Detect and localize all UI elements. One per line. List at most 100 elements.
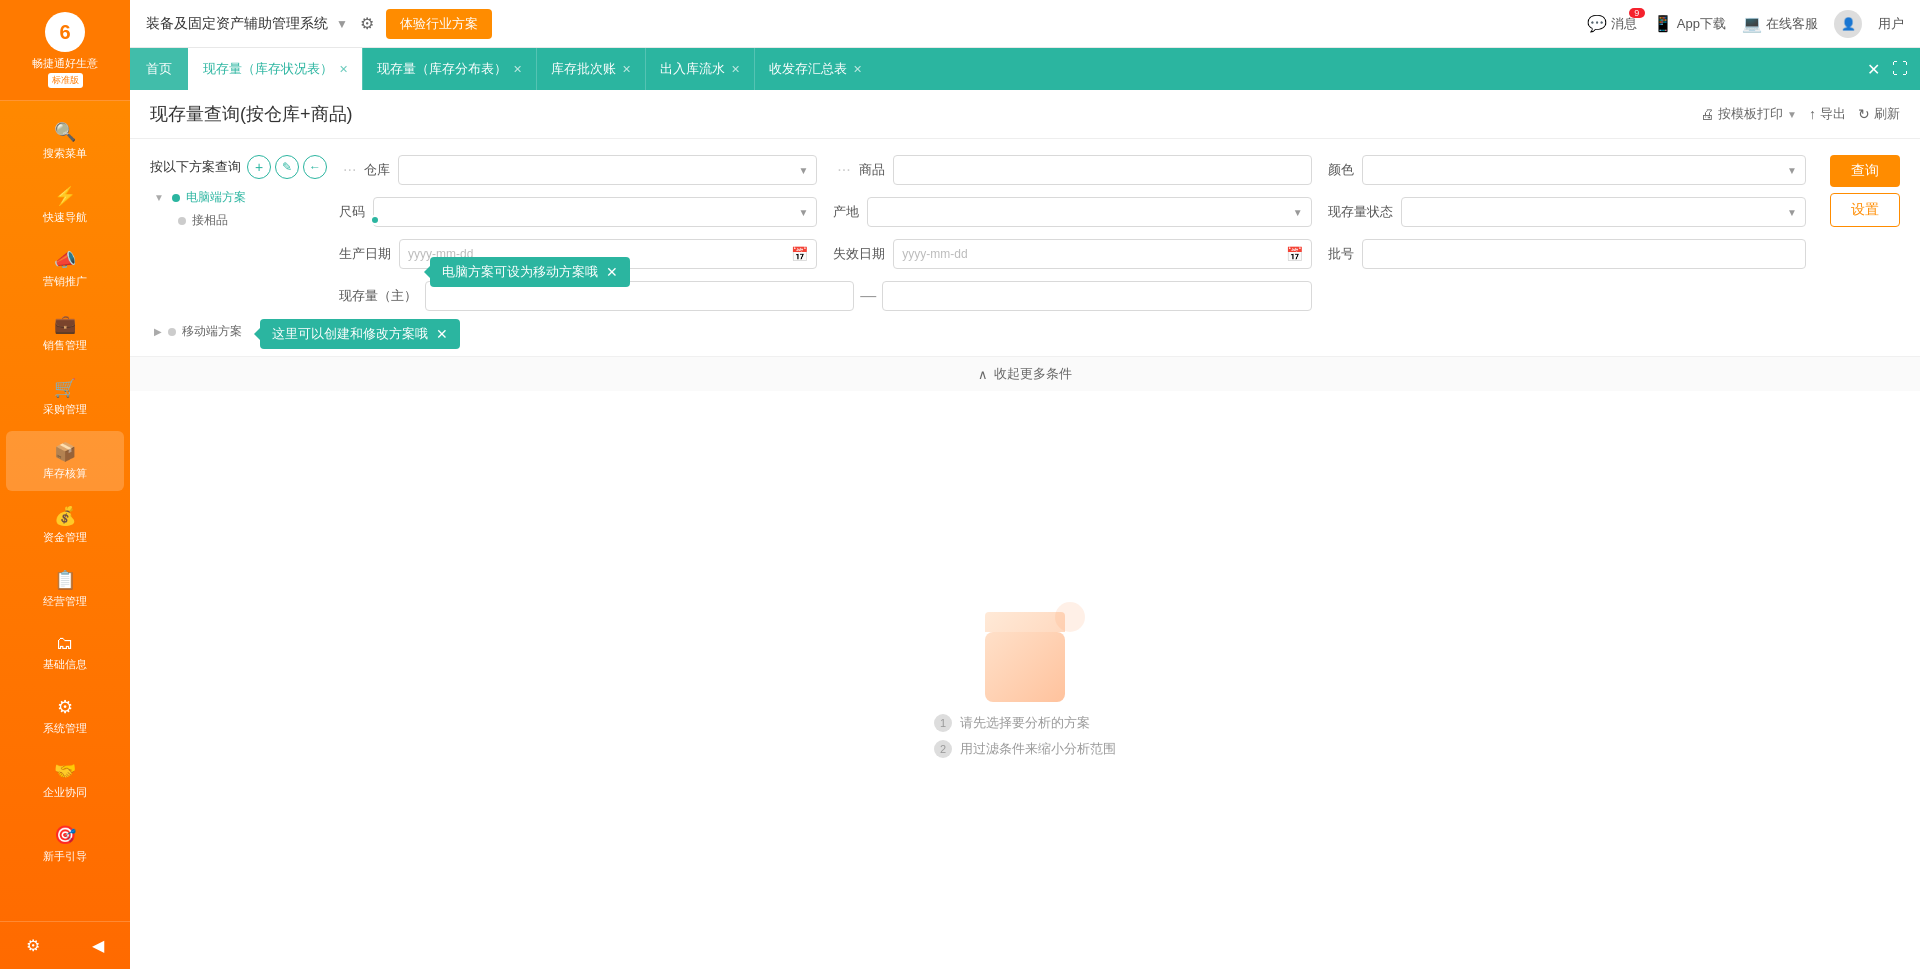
tab-inventory-status[interactable]: 现存量（库存状况表） ✕ xyxy=(188,48,362,90)
export-action[interactable]: ↑ 导出 xyxy=(1809,105,1846,123)
scheme-sub-dot xyxy=(178,217,186,225)
message-action[interactable]: 💬 消息 9 xyxy=(1587,14,1637,33)
sidebar-item-label: 销售管理 xyxy=(43,338,87,353)
sidebar-item-label: 新手引导 xyxy=(43,849,87,864)
sidebar-item-guide[interactable]: 🎯 新手引导 xyxy=(6,814,124,874)
sidebar-item-marketing[interactable]: 📣 营销推广 xyxy=(6,239,124,299)
industry-btn[interactable]: 体验行业方案 xyxy=(386,9,492,39)
sidebar-item-sales[interactable]: 💼 销售管理 xyxy=(6,303,124,363)
empty-steps: 1 请先选择要分析的方案 2 用过滤条件来缩小分析范围 xyxy=(934,714,1116,758)
sidebar-item-search[interactable]: 🔍 搜索菜单 xyxy=(6,111,124,171)
sidebar-item-finance[interactable]: 💰 资金管理 xyxy=(6,495,124,555)
stock-status-label: 现存量状态 xyxy=(1328,203,1393,221)
filter-expiry-date: 失效日期 yyyy-mm-dd 📅 xyxy=(833,239,1311,269)
page-actions: 🖨 按模板打印 ▼ ↑ 导出 ↻ 刷新 xyxy=(1700,105,1900,123)
filter-color: 颜色 ▼ xyxy=(1328,155,1806,185)
service-icon: 💻 xyxy=(1742,14,1762,33)
print-dropdown-icon: ▼ xyxy=(1787,109,1797,120)
sidebar-item-basic[interactable]: 🗂 基础信息 xyxy=(6,623,124,682)
edit-scheme-btn[interactable]: ✎ xyxy=(275,155,299,179)
collapse-sidebar-icon[interactable]: ◀ xyxy=(84,932,112,959)
warehouse-select[interactable]: ▼ xyxy=(398,155,817,185)
page-header: 现存量查询(按仓库+商品) 🖨 按模板打印 ▼ ↑ 导出 ↻ 刷新 xyxy=(130,90,1920,139)
tab-batch-ledger[interactable]: 库存批次账 ✕ xyxy=(536,48,645,90)
add-scheme-btn[interactable]: + xyxy=(247,155,271,179)
app-download-action[interactable]: 📱 App下载 xyxy=(1653,14,1726,33)
sidebar-nav: 🔍 搜索菜单 ⚡ 快速导航 📣 营销推广 💼 销售管理 🛒 采购管理 📦 库存核… xyxy=(0,101,130,921)
empty-state: 1 请先选择要分析的方案 2 用过滤条件来缩小分析范围 xyxy=(130,391,1920,969)
system-dropdown-icon[interactable]: ▼ xyxy=(336,17,348,31)
filter-batch-no: 批号 xyxy=(1328,239,1806,269)
desktop-scheme-label[interactable]: 电脑端方案 xyxy=(186,189,246,206)
basic-info-icon: 🗂 xyxy=(56,633,74,654)
sidebar-item-enterprise[interactable]: 🤝 企业协同 xyxy=(6,750,124,810)
topbar: 装备及固定资产辅助管理系统 ▼ ⚙ 体验行业方案 💬 消息 9 📱 App下载 … xyxy=(130,0,1920,48)
stock-status-select[interactable]: ▼ xyxy=(1401,197,1806,227)
tooltip1-close-icon[interactable]: ✕ xyxy=(606,264,618,280)
online-service-action[interactable]: 💻 在线客服 xyxy=(1742,14,1818,33)
empty-box-body xyxy=(985,632,1065,702)
stock-qty-to[interactable] xyxy=(882,281,1311,311)
tab-fullscreen-icon[interactable]: ⛶ xyxy=(1888,58,1912,80)
scheme-arrow-btn[interactable]: ← xyxy=(303,155,327,179)
tab-close-icon[interactable]: ✕ xyxy=(853,63,862,76)
tooltip-create-scheme: 这里可以创建和修改方案哦 ✕ xyxy=(260,319,460,349)
tab-close-icon[interactable]: ✕ xyxy=(513,63,522,76)
expiry-date-input[interactable]: yyyy-mm-dd 📅 xyxy=(893,239,1311,269)
set-button[interactable]: 设置 xyxy=(1830,193,1900,227)
search-menu-icon: 🔍 xyxy=(54,121,76,143)
goods-select[interactable] xyxy=(893,155,1312,185)
print-icon: 🖨 xyxy=(1700,106,1714,122)
finance-icon: 💰 xyxy=(54,505,76,527)
tab-close-icon[interactable]: ✕ xyxy=(339,63,348,76)
tab-collapse-icon[interactable]: ✕ xyxy=(1863,58,1884,81)
guide-icon: 🎯 xyxy=(54,824,76,846)
expiry-date-placeholder: yyyy-mm-dd xyxy=(902,247,967,261)
message-icon: 💬 xyxy=(1587,14,1607,33)
tab-in-out-flow[interactable]: 出入库流水 ✕ xyxy=(645,48,754,90)
inventory-icon: 📦 xyxy=(54,441,76,463)
tab-close-icon[interactable]: ✕ xyxy=(731,63,740,76)
topbar-gear-icon[interactable]: ⚙ xyxy=(356,10,378,37)
sidebar-item-inventory[interactable]: 📦 库存核算 xyxy=(6,431,124,491)
color-dropdown-icon: ▼ xyxy=(1787,165,1797,176)
expand-arrow[interactable]: ▼ xyxy=(154,192,164,203)
print-action[interactable]: 🖨 按模板打印 ▼ xyxy=(1700,105,1797,123)
filter-goods: ··· 商品 xyxy=(833,155,1311,185)
sidebar-bottom: ⚙ ◀ xyxy=(0,921,130,969)
range-dash: — xyxy=(860,287,876,305)
tab-close-icon[interactable]: ✕ xyxy=(622,63,631,76)
settings-bottom-icon[interactable]: ⚙ xyxy=(18,932,48,959)
collapse-row[interactable]: ∧ 收起更多条件 xyxy=(130,356,1920,391)
mobile-expand-arrow[interactable]: ▶ xyxy=(154,326,162,337)
tab-home[interactable]: 首页 xyxy=(130,48,188,90)
query-button[interactable]: 查询 xyxy=(1830,155,1900,187)
tab-label: 出入库流水 xyxy=(660,60,725,78)
batch-no-input[interactable] xyxy=(1362,239,1806,269)
mobile-scheme-label[interactable]: 移动端方案 xyxy=(182,323,242,340)
sidebar-item-label: 快速导航 xyxy=(43,210,87,225)
empty-illustration xyxy=(965,602,1085,702)
color-select[interactable]: ▼ xyxy=(1362,155,1806,185)
tab-label: 收发存汇总表 xyxy=(769,60,847,78)
tab-inventory-distribution[interactable]: 现存量（库存分布表） ✕ xyxy=(362,48,536,90)
export-icon: ↑ xyxy=(1809,106,1816,122)
sidebar-item-operation[interactable]: 📋 经营管理 xyxy=(6,559,124,619)
sidebar-item-quick[interactable]: ⚡ 快速导航 xyxy=(6,175,124,235)
origin-select[interactable]: ▼ xyxy=(867,197,1311,227)
filter-warehouse: ··· 仓库 ▼ xyxy=(339,155,817,185)
marketing-icon: 📣 xyxy=(54,249,76,271)
sidebar-item-purchase[interactable]: 🛒 采购管理 xyxy=(6,367,124,427)
production-date-calendar-icon: 📅 xyxy=(791,246,808,262)
app-icon: 📱 xyxy=(1653,14,1673,33)
sidebar-item-label: 资金管理 xyxy=(43,530,87,545)
size-select[interactable]: ▼ xyxy=(373,197,817,227)
content-area: 现存量查询(按仓库+商品) 🖨 按模板打印 ▼ ↑ 导出 ↻ 刷新 xyxy=(130,90,1920,969)
main-area: 装备及固定资产辅助管理系统 ▼ ⚙ 体验行业方案 💬 消息 9 📱 App下载 … xyxy=(130,0,1920,969)
empty-step-1: 1 请先选择要分析的方案 xyxy=(934,714,1116,732)
refresh-action[interactable]: ↻ 刷新 xyxy=(1858,105,1900,123)
step-1-text: 请先选择要分析的方案 xyxy=(960,714,1090,732)
tab-summary[interactable]: 收发存汇总表 ✕ xyxy=(754,48,876,90)
tooltip2-close-icon[interactable]: ✕ xyxy=(436,326,448,342)
sidebar-item-system[interactable]: ⚙ 系统管理 xyxy=(6,686,124,746)
